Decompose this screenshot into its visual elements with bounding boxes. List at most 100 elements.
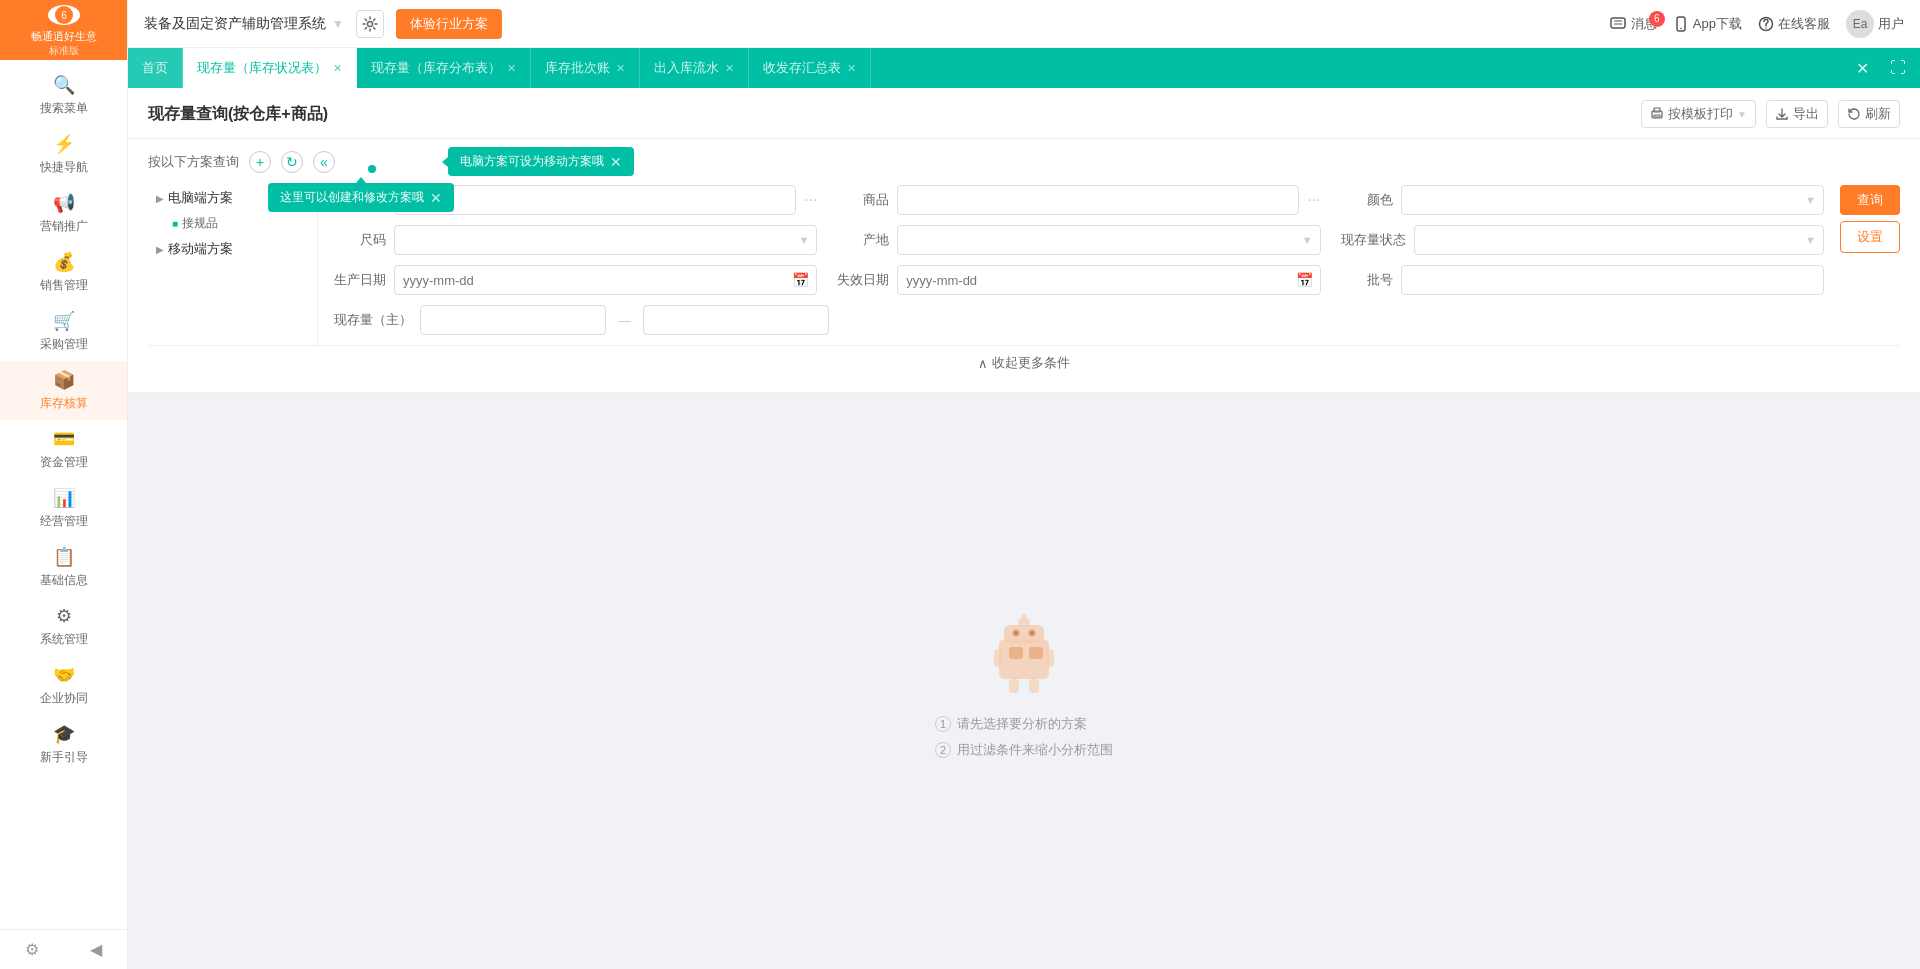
tooltip2-close-btn[interactable]: ✕ <box>430 190 442 206</box>
refresh-btn[interactable]: 刷新 <box>1838 100 1900 128</box>
goods-dots-btn[interactable]: ··· <box>1307 191 1320 209</box>
refresh-scheme-btn[interactable]: ↻ <box>281 151 303 173</box>
collapse-sidebar-btn[interactable]: ◀ <box>90 940 102 959</box>
scheme-sub-item[interactable]: ■ 接规品 <box>168 211 309 236</box>
sidebar-item-label: 搜索菜单 <box>40 100 88 117</box>
sidebar-item-label: 经营管理 <box>40 513 88 530</box>
tab-inventory-status[interactable]: 现存量（库存状况表） ✕ <box>183 48 357 88</box>
settings-bottom-btn[interactable]: ⚙ <box>25 940 39 959</box>
expire-date-input[interactable] <box>897 265 1320 295</box>
tab-home[interactable]: 首页 <box>128 48 183 88</box>
trial-btn[interactable]: 体验行业方案 <box>396 9 502 39</box>
export-btn[interactable]: 导出 <box>1766 100 1828 128</box>
stock-qty-to-input[interactable] <box>643 305 829 335</box>
sidebar-item-search-menu[interactable]: 🔍 搜索菜单 <box>0 66 127 125</box>
system-name: 装备及固定资产辅助管理系统 ▼ <box>144 15 344 33</box>
print-template-btn[interactable]: 按模板打印 ▼ <box>1641 100 1756 128</box>
app-download-label: App下载 <box>1693 15 1742 33</box>
filter-row-4: 现存量（主） — <box>334 305 1824 335</box>
guide-icon: 🎓 <box>53 723 75 745</box>
svg-point-5 <box>1680 27 1682 29</box>
tab-inventory-dist[interactable]: 现存量（库存分布表） ✕ <box>357 48 531 88</box>
tab-in-out-flow[interactable]: 出入库流水 ✕ <box>640 48 749 88</box>
sub-item-label: 接规品 <box>182 215 218 232</box>
goods-input[interactable] <box>897 185 1299 215</box>
batch-no-input[interactable] <box>1401 265 1824 295</box>
tooltip1-close-btn[interactable]: ✕ <box>610 154 622 170</box>
tab-inventory-status-close[interactable]: ✕ <box>333 62 342 75</box>
size-select[interactable] <box>394 225 817 255</box>
color-filter: 颜色 ▼ <box>1341 185 1824 215</box>
page-title: 现存量查询(按仓库+商品) <box>148 104 328 125</box>
sidebar-item-label: 基础信息 <box>40 572 88 589</box>
tab-collect-summary-close[interactable]: ✕ <box>847 62 856 75</box>
logo: 6 畅通逍好生意 标准版 <box>0 0 127 60</box>
svg-rect-17 <box>1029 679 1039 693</box>
warehouse-dots-btn[interactable]: ··· <box>804 191 817 209</box>
app-download-btn[interactable]: App下载 <box>1673 15 1742 33</box>
batch-no-label: 批号 <box>1341 271 1393 289</box>
sidebar-item-quick-nav[interactable]: ⚡ 快捷导航 <box>0 125 127 184</box>
inventory-icon: 📦 <box>53 369 75 391</box>
reset-btn[interactable]: 设置 <box>1840 221 1900 253</box>
tab-batch-account[interactable]: 库存批次账 ✕ <box>531 48 640 88</box>
search-btn[interactable]: 查询 <box>1840 185 1900 215</box>
sidebar-item-label: 采购管理 <box>40 336 88 353</box>
origin-select[interactable] <box>897 225 1320 255</box>
basic-info-icon: 📋 <box>53 546 75 568</box>
sidebar-item-finance[interactable]: 💳 资金管理 <box>0 420 127 479</box>
collapse-icon: ∧ <box>978 356 988 371</box>
add-scheme-btn[interactable]: + <box>249 151 271 173</box>
svg-point-24 <box>1021 614 1027 620</box>
logo-badge: 标准版 <box>49 44 79 58</box>
sidebar-item-sales[interactable]: 💰 销售管理 <box>0 243 127 302</box>
sidebar-item-cooperation[interactable]: 🤝 企业协同 <box>0 656 127 715</box>
svg-point-7 <box>1765 27 1766 28</box>
filter-section: 电脑方案可设为移动方案哦 ✕ 这里可以创建和修改方案哦 ✕ 按以下方案查询 + … <box>128 139 1920 393</box>
empty-tip-1: 1 请先选择要分析的方案 <box>935 711 1113 737</box>
mobile-scheme-item[interactable]: ▶ 移动端方案 <box>148 236 309 262</box>
logo-text: 畅通逍好生意 <box>31 29 97 44</box>
stock-status-select[interactable] <box>1414 225 1824 255</box>
scheme-sub-items: ■ 接规品 <box>148 211 309 236</box>
sidebar-item-operations[interactable]: 📊 经营管理 <box>0 479 127 538</box>
sidebar-item-inventory[interactable]: 📦 库存核算 <box>0 361 127 420</box>
user-label: 用户 <box>1878 15 1904 33</box>
prod-date-input[interactable] <box>394 265 817 295</box>
system-name-arrow: ▼ <box>332 17 344 31</box>
tab-inventory-dist-close[interactable]: ✕ <box>507 62 516 75</box>
message-btn[interactable]: 6 消息 <box>1609 15 1657 33</box>
tab-batch-account-close[interactable]: ✕ <box>616 62 625 75</box>
tab-collect-summary[interactable]: 收发存汇总表 ✕ <box>749 48 871 88</box>
online-support-btn[interactable]: 在线客服 <box>1758 15 1830 33</box>
sidebar-item-label: 库存核算 <box>40 395 88 412</box>
arrow-scheme-btn[interactable]: « <box>313 151 335 173</box>
settings-btn[interactable] <box>356 10 384 38</box>
collapse-row[interactable]: ∧ 收起更多条件 <box>148 345 1900 380</box>
avatar-text: Ea <box>1853 17 1868 31</box>
expire-date-filter: 失效日期 📅 <box>837 265 1320 295</box>
sidebar-item-guide[interactable]: 🎓 新手引导 <box>0 715 127 774</box>
sidebar-item-basic-info[interactable]: 📋 基础信息 <box>0 538 127 597</box>
expire-date-label: 失效日期 <box>837 271 889 289</box>
warehouse-input[interactable] <box>394 185 796 215</box>
tab-in-out-flow-close[interactable]: ✕ <box>725 62 734 75</box>
filter-row-1: 仓库 ··· 商品 ··· <box>334 185 1824 215</box>
sales-icon: 💰 <box>53 251 75 273</box>
cooperation-icon: 🤝 <box>53 664 75 686</box>
prod-date-label: 生产日期 <box>334 271 386 289</box>
mobile-scheme-label: 移动端方案 <box>168 240 233 258</box>
svg-rect-18 <box>1004 625 1044 643</box>
sidebar-item-marketing[interactable]: 📢 营销推广 <box>0 184 127 243</box>
tab-bar: 首页 现存量（库存状况表） ✕ 现存量（库存分布表） ✕ 库存批次账 ✕ 出入库… <box>128 48 1920 88</box>
svg-rect-11 <box>999 639 1049 679</box>
color-select[interactable] <box>1401 185 1824 215</box>
tab-close-all-btn[interactable]: ✕ <box>1848 54 1876 82</box>
sidebar-item-purchase[interactable]: 🛒 采购管理 <box>0 302 127 361</box>
stock-qty-from-input[interactable] <box>420 305 606 335</box>
tab-fullscreen-btn[interactable]: ⛶ <box>1884 54 1912 82</box>
print-template-label: 按模板打印 <box>1668 105 1733 123</box>
user-btn[interactable]: Ea 用户 <box>1846 10 1904 38</box>
sidebar-item-system[interactable]: ⚙ 系统管理 <box>0 597 127 656</box>
phone-icon <box>1673 16 1689 32</box>
